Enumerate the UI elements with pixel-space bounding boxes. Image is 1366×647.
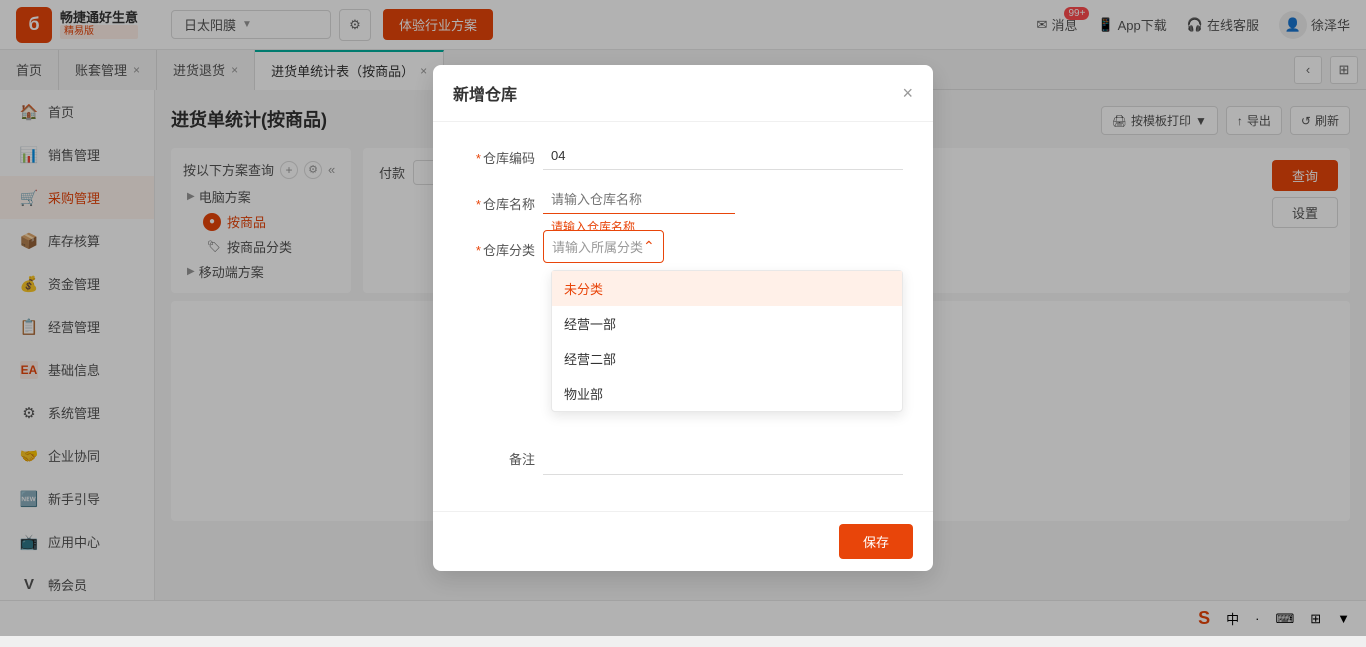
modal-overlay: 新增仓库 × 仓库编码 仓库名称 请输入仓库名称 仓库分类 xyxy=(0,0,1366,636)
dropdown-item-dept1[interactable]: 经营一部 xyxy=(552,306,902,341)
modal-footer: 保存 xyxy=(433,511,933,571)
dropdown-item-property[interactable]: 物业部 xyxy=(552,376,902,411)
warehouse-code-row: 仓库编码 xyxy=(463,142,903,170)
name-label: 仓库名称 xyxy=(463,188,543,213)
save-button[interactable]: 保存 xyxy=(839,524,913,559)
modal-header: 新增仓库 × xyxy=(433,65,933,122)
dropdown-item-uncategorized[interactable]: 未分类 xyxy=(552,271,902,306)
dropdown-item-dept2[interactable]: 经营二部 xyxy=(552,341,902,376)
code-input[interactable] xyxy=(543,142,903,170)
modal-title: 新增仓库 xyxy=(453,81,517,105)
modal-close-button[interactable]: × xyxy=(902,83,913,104)
category-placeholder: 请输入所属分类 xyxy=(552,237,643,256)
remark-label: 备注 xyxy=(463,443,543,468)
warehouse-remark-row: 备注 xyxy=(463,443,903,475)
category-label: 仓库分类 xyxy=(463,234,543,259)
modal-body: 仓库编码 仓库名称 请输入仓库名称 仓库分类 请输入所属分类 ⌃ xyxy=(433,122,933,511)
code-label: 仓库编码 xyxy=(463,142,543,167)
remark-input[interactable] xyxy=(543,443,903,475)
new-warehouse-modal: 新增仓库 × 仓库编码 仓库名称 请输入仓库名称 仓库分类 xyxy=(433,65,933,571)
category-dropdown-list: 未分类 经营一部 经营二部 物业部 xyxy=(551,270,903,412)
category-dropdown-trigger[interactable]: 请输入所属分类 ⌃ xyxy=(543,230,664,263)
warehouse-category-row: 仓库分类 请输入所属分类 ⌃ 未分类 经营一部 经营二部 物业部 xyxy=(463,230,903,263)
chevron-up-icon: ⌃ xyxy=(643,238,655,255)
warehouse-name-row: 仓库名称 请输入仓库名称 xyxy=(463,186,903,214)
name-input[interactable] xyxy=(543,186,735,214)
